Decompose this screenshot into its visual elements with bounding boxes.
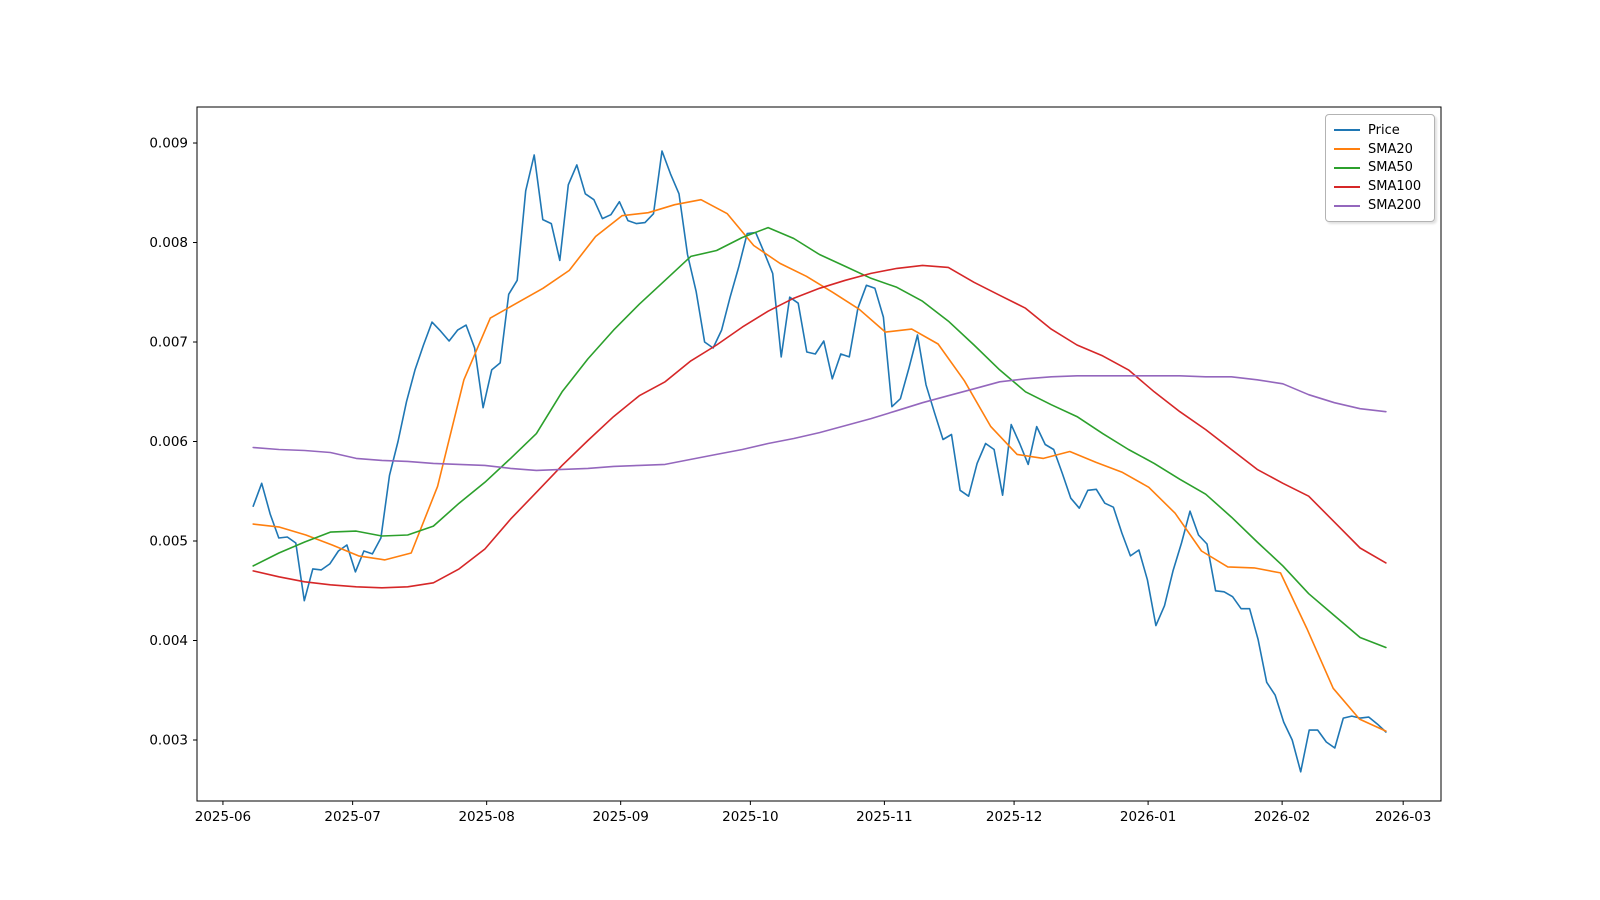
sma200-line-icon [1334, 204, 1360, 207]
legend-item-sma200: SMA200 [1334, 196, 1426, 215]
y-tick-label: 0.007 [149, 335, 188, 351]
sma50-line-icon [1334, 166, 1360, 169]
legend-label-sma100: SMA100 [1368, 179, 1422, 195]
x-tick-label: 2026-01 [1120, 809, 1176, 825]
legend: Price SMA20 SMA50 SMA100 SMA200 [1325, 114, 1435, 222]
x-tick-label: 2025-10 [722, 809, 778, 825]
sma100-line-icon [1334, 185, 1360, 188]
y-tick-label: 0.009 [149, 136, 188, 152]
legend-label-sma50: SMA50 [1368, 160, 1413, 176]
legend-item-sma50: SMA50 [1334, 159, 1426, 178]
x-tick-label: 2025-06 [195, 809, 251, 825]
legend-label-price: Price [1368, 122, 1400, 138]
x-tick-label: 2025-11 [856, 809, 912, 825]
x-tick-label: 2026-03 [1375, 809, 1431, 825]
legend-item-price: Price [1334, 121, 1426, 140]
x-tick-label: 2025-09 [592, 809, 648, 825]
y-tick-label: 0.005 [149, 534, 188, 550]
y-tick-label: 0.003 [149, 733, 188, 749]
legend-label-sma200: SMA200 [1368, 198, 1422, 214]
x-tick-label: 2026-02 [1254, 809, 1310, 825]
x-tick-label: 2025-12 [986, 809, 1042, 825]
legend-label-sma20: SMA20 [1368, 141, 1413, 157]
x-tick-label: 2025-08 [458, 809, 514, 825]
figure: 2025-06 2025-07 2025-08 2025-09 2025-10 2025-… [0, 0, 1600, 900]
price-line-icon [1334, 129, 1360, 132]
legend-item-sma20: SMA20 [1334, 140, 1426, 159]
y-tick-label: 0.008 [149, 235, 188, 251]
x-tick-label: 2025-07 [324, 809, 380, 825]
y-tick-label: 0.006 [149, 434, 188, 450]
sma20-line-icon [1334, 148, 1360, 151]
legend-item-sma100: SMA100 [1334, 177, 1426, 196]
y-tick-label: 0.004 [149, 633, 188, 649]
